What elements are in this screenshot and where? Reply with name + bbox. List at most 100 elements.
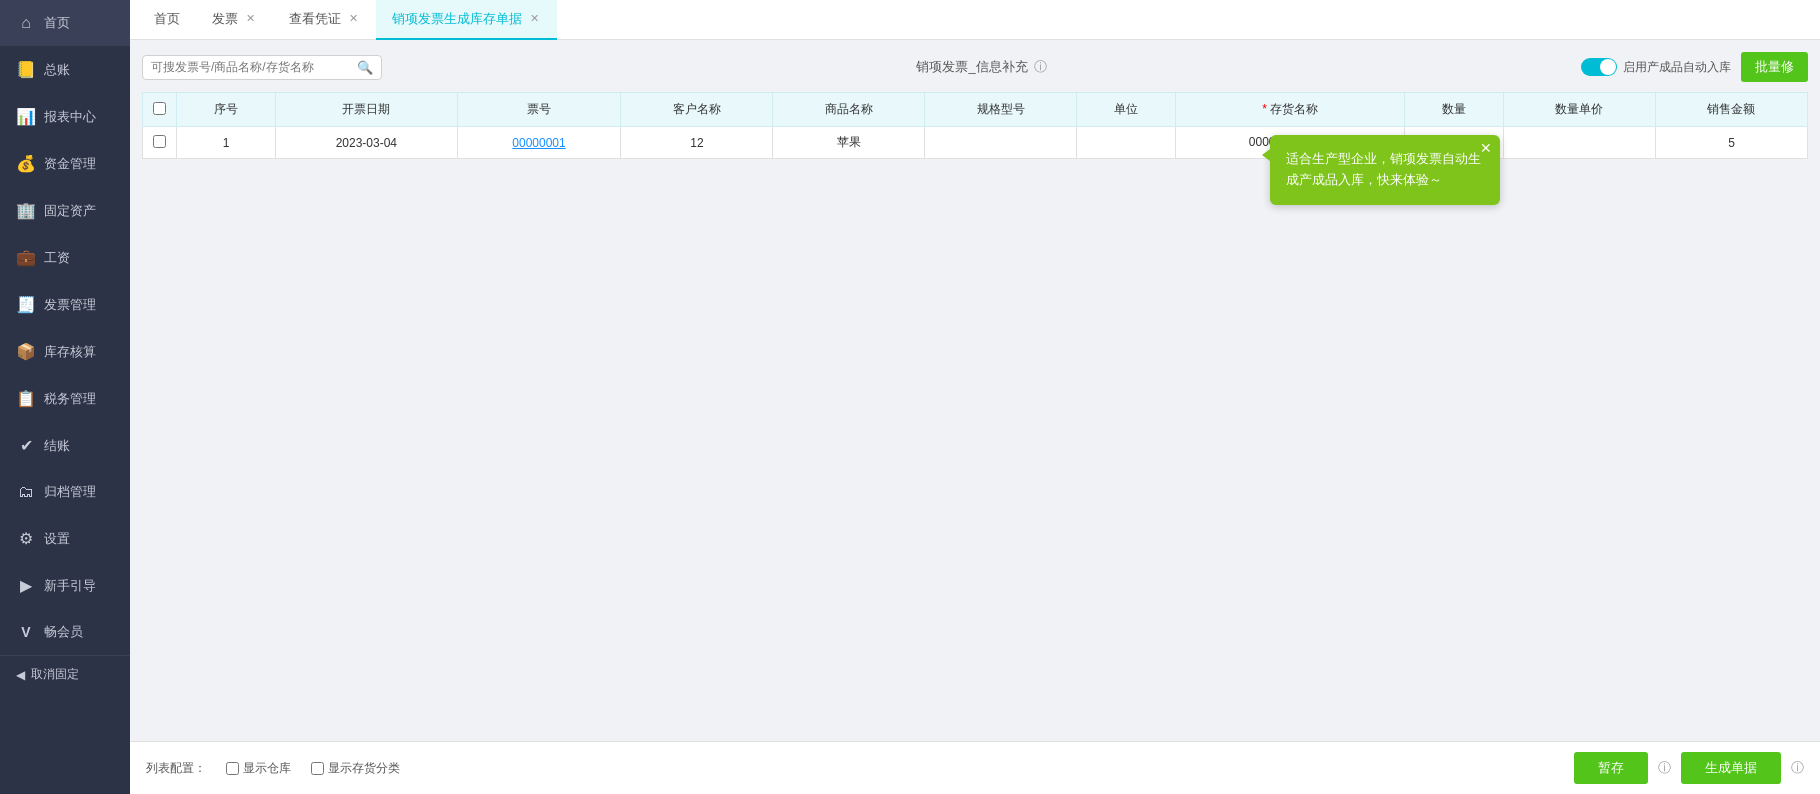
- header-customer: 客户名称: [621, 93, 773, 127]
- cancel-fixed-button[interactable]: ◀ 取消固定: [0, 655, 130, 693]
- header-number: 票号: [457, 93, 621, 127]
- invoice-number-link[interactable]: 00000001: [512, 136, 565, 150]
- tooltip-close-button[interactable]: ✕: [1480, 141, 1492, 155]
- tab-voucher-close[interactable]: ✕: [347, 12, 360, 25]
- sidebar-item-funds[interactable]: 💰 资金管理: [0, 140, 130, 187]
- main-area: 首页 发票 ✕ 查看凭证 ✕ 销项发票生成库存单据 ✕ 🔍 销项发票_信息补充: [130, 0, 1820, 794]
- sidebar-item-label: 资金管理: [44, 155, 96, 173]
- sidebar-item-label: 库存核算: [44, 343, 96, 361]
- save-help-icon[interactable]: ⓘ: [1658, 759, 1671, 777]
- show-warehouse-checkbox[interactable]: [226, 762, 239, 775]
- generate-button[interactable]: 生成单据: [1681, 752, 1781, 784]
- tax-icon: 📋: [16, 389, 36, 408]
- tooltip-popover: ✕ 适合生产型企业，销项发票自动生成产成品入库，快来体验～: [1270, 135, 1500, 205]
- toggle-wrapper: 启用产成品自动入库: [1581, 58, 1731, 76]
- sidebar-item-label: 发票管理: [44, 296, 96, 314]
- select-all-checkbox[interactable]: [153, 102, 166, 115]
- ledger-icon: 📒: [16, 60, 36, 79]
- toolbar-center: 销项发票_信息补充 ⓘ: [916, 58, 1046, 76]
- table-row: 1 2023-03-04 00000001 12 苹果 000001 苹果 个 …: [143, 127, 1808, 159]
- header-qty: 数量: [1404, 93, 1503, 127]
- search-box[interactable]: 🔍: [142, 55, 382, 80]
- tab-salesreturn-close[interactable]: ✕: [528, 12, 541, 25]
- sidebar-item-closing[interactable]: ✔ 结账: [0, 422, 130, 469]
- show-warehouse-text: 显示仓库: [243, 760, 291, 777]
- sidebar-item-home[interactable]: ⌂ 首页: [0, 0, 130, 46]
- row-checkbox-cell: [143, 127, 177, 159]
- generate-help-icon[interactable]: ⓘ: [1791, 759, 1804, 777]
- sidebar-item-tax[interactable]: 📋 税务管理: [0, 375, 130, 422]
- search-input[interactable]: [151, 60, 357, 74]
- header-seq: 序号: [177, 93, 276, 127]
- toggle-label: 启用产成品自动入库: [1623, 59, 1731, 76]
- cancel-fixed-label: 取消固定: [31, 666, 79, 683]
- header-checkbox-cell: [143, 93, 177, 127]
- show-category-checkbox[interactable]: [311, 762, 324, 775]
- cell-amount: 5: [1655, 127, 1807, 159]
- show-category-label[interactable]: 显示存货分类: [311, 760, 400, 777]
- cell-product: 苹果: [773, 127, 925, 159]
- header-spec: 规格型号: [925, 93, 1077, 127]
- tab-home-label: 首页: [154, 10, 180, 28]
- sidebar-item-settings[interactable]: ⚙ 设置: [0, 515, 130, 562]
- cell-customer: 12: [621, 127, 773, 159]
- sidebar-item-label: 设置: [44, 530, 70, 548]
- tab-voucher[interactable]: 查看凭证 ✕: [273, 0, 376, 40]
- bottom-actions: 暂存 ⓘ 生成单据 ⓘ: [1574, 752, 1804, 784]
- sidebar-item-label: 首页: [44, 14, 70, 32]
- sidebar-item-ledger[interactable]: 📒 总账: [0, 46, 130, 93]
- sidebar-item-invoice[interactable]: 🧾 发票管理: [0, 281, 130, 328]
- sidebar-item-label: 工资: [44, 249, 70, 267]
- home-icon: ⌂: [16, 14, 36, 32]
- assets-icon: 🏢: [16, 201, 36, 220]
- content-area: 🔍 销项发票_信息补充 ⓘ 启用产成品自动入库 批量修: [130, 40, 1820, 741]
- sidebar-item-inventory[interactable]: 📦 库存核算: [0, 328, 130, 375]
- save-button[interactable]: 暂存: [1574, 752, 1648, 784]
- cancel-fixed-icon: ◀: [16, 668, 25, 682]
- sidebar-item-assets[interactable]: 🏢 固定资产: [0, 187, 130, 234]
- sidebar-item-archive[interactable]: 🗂 归档管理: [0, 469, 130, 515]
- table-header-row: 序号 开票日期 票号 客户名称 商品名称 规格型号 单位 * 存货名称 数量 数…: [143, 93, 1808, 127]
- cell-number[interactable]: 00000001: [457, 127, 621, 159]
- tab-invoice-close[interactable]: ✕: [244, 12, 257, 25]
- reports-icon: 📊: [16, 107, 36, 126]
- inventory-icon: 📦: [16, 342, 36, 361]
- row-checkbox[interactable]: [153, 135, 166, 148]
- search-icon: 🔍: [357, 60, 373, 75]
- header-unit: 单位: [1077, 93, 1176, 127]
- header-warehouse: 数量单价: [1503, 93, 1655, 127]
- info-icon[interactable]: ⓘ: [1034, 58, 1047, 76]
- sidebar-item-label: 畅会员: [44, 623, 83, 641]
- batch-button[interactable]: 批量修: [1741, 52, 1808, 82]
- cell-spec: [925, 127, 1077, 159]
- closing-icon: ✔: [16, 436, 36, 455]
- bottom-bar: 列表配置： 显示仓库 显示存货分类 暂存 ⓘ 生成单据 ⓘ: [130, 741, 1820, 794]
- show-warehouse-label[interactable]: 显示仓库: [226, 760, 291, 777]
- sidebar-item-guide[interactable]: ▶ 新手引导: [0, 562, 130, 609]
- sidebar-item-label: 报表中心: [44, 108, 96, 126]
- tab-invoice[interactable]: 发票 ✕: [196, 0, 273, 40]
- tab-voucher-label: 查看凭证: [289, 10, 341, 28]
- archive-icon: 🗂: [16, 483, 36, 501]
- tab-salesreturn[interactable]: 销项发票生成库存单据 ✕: [376, 0, 557, 40]
- data-table: 序号 开票日期 票号 客户名称 商品名称 规格型号 单位 * 存货名称 数量 数…: [142, 92, 1808, 159]
- auto-warehouse-toggle[interactable]: [1581, 58, 1617, 76]
- funds-icon: 💰: [16, 154, 36, 173]
- tab-invoice-label: 发票: [212, 10, 238, 28]
- sidebar-item-label: 税务管理: [44, 390, 96, 408]
- sidebar-item-payroll[interactable]: 💼 工资: [0, 234, 130, 281]
- sidebar-item-reports[interactable]: 📊 报表中心: [0, 93, 130, 140]
- toolbar-left: 🔍: [142, 55, 382, 80]
- settings-icon: ⚙: [16, 529, 36, 548]
- sidebar-item-label: 新手引导: [44, 577, 96, 595]
- show-category-text: 显示存货分类: [328, 760, 400, 777]
- vip-icon: V: [16, 624, 36, 640]
- guide-icon: ▶: [16, 576, 36, 595]
- invoice-icon: 🧾: [16, 295, 36, 314]
- sidebar-item-vip[interactable]: V 畅会员: [0, 609, 130, 655]
- toolbar-right: 启用产成品自动入库 批量修: [1581, 52, 1808, 82]
- tooltip-text: 适合生产型企业，销项发票自动生成产成品入库，快来体验～: [1286, 151, 1481, 187]
- cell-seq: 1: [177, 127, 276, 159]
- tab-home[interactable]: 首页: [138, 0, 196, 40]
- sidebar-item-label: 结账: [44, 437, 70, 455]
